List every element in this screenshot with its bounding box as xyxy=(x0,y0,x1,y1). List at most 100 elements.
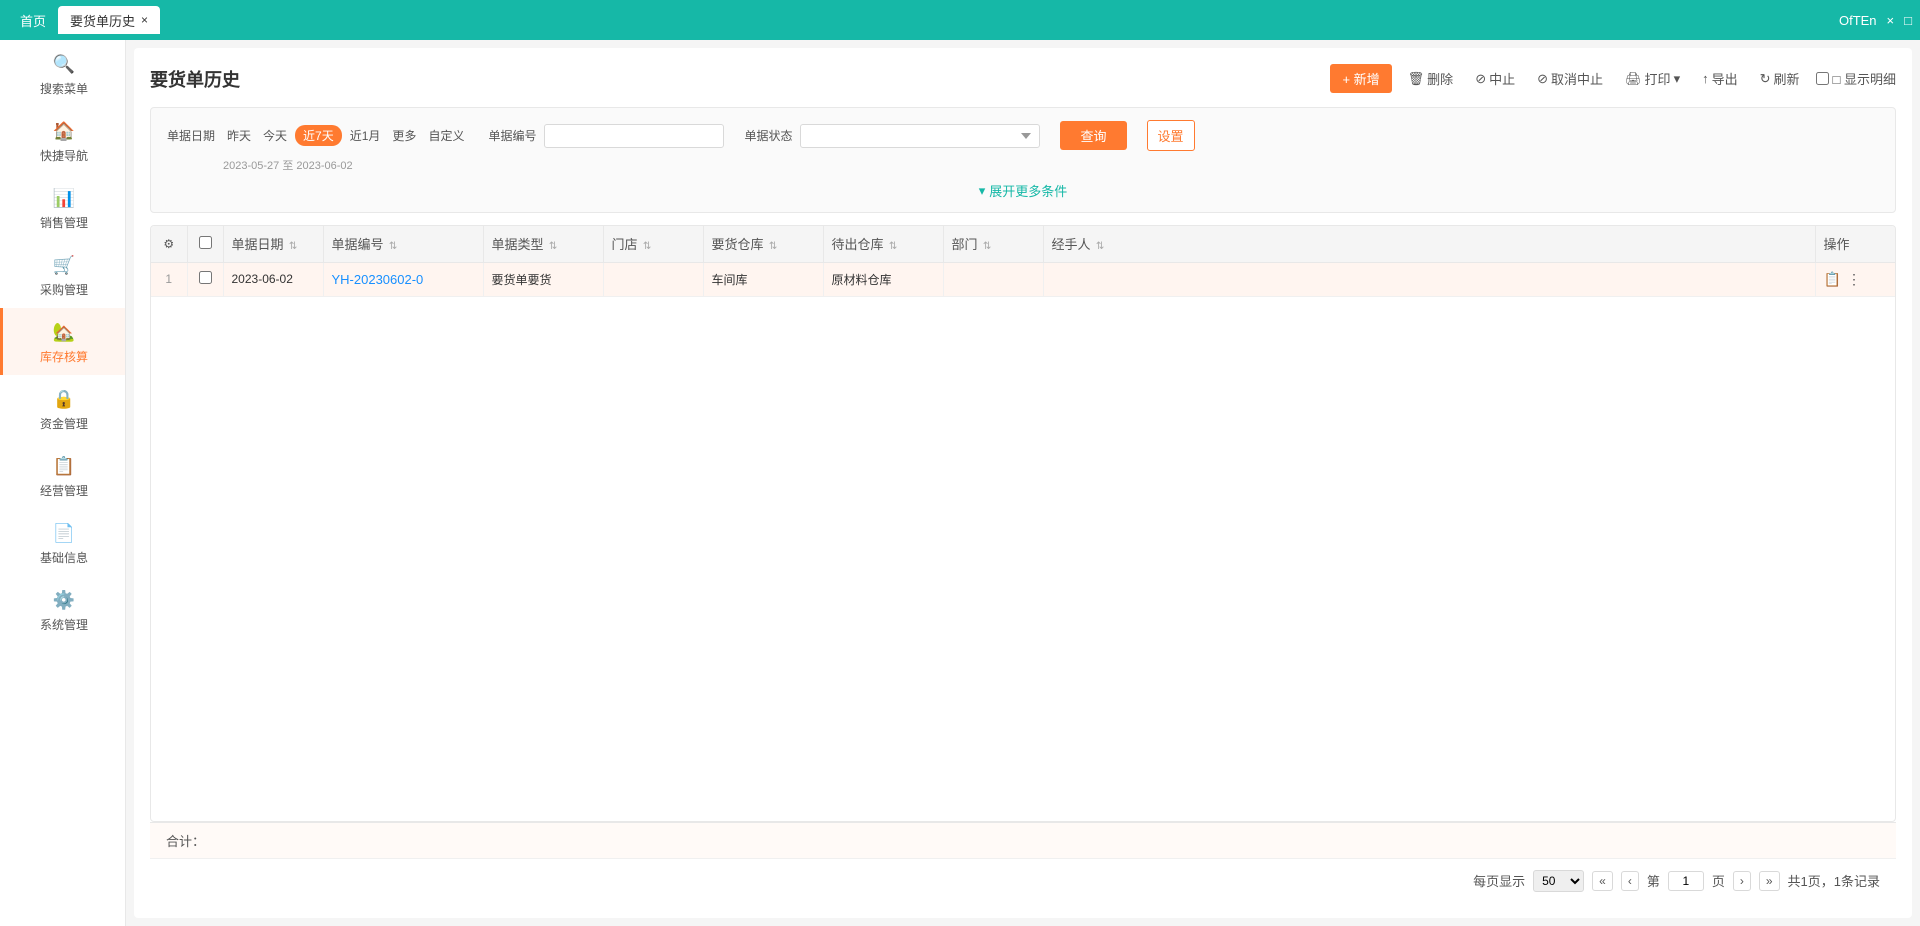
status-filter-group: 单据状态 xyxy=(744,124,1040,148)
row-checkbox-cell xyxy=(187,262,223,296)
page-title: 要货单历史 xyxy=(150,66,240,92)
sidebar-item-system[interactable]: ⚙️ 系统管理 xyxy=(0,576,125,643)
window-close-btn[interactable]: × xyxy=(1887,13,1895,28)
filter-row-1: 单据日期 昨天 今天 近7天 近1月 更多 自定义 单据编号 xyxy=(167,120,1879,151)
th-department-label: 部门 xyxy=(952,237,978,252)
th-orderno[interactable]: 单据编号 ⇅ xyxy=(323,226,483,262)
th-ordertype[interactable]: 单据类型 ⇅ xyxy=(483,226,603,262)
sidebar-item-basic-info-label: 基础信息 xyxy=(40,549,88,566)
th-reqwarehouse-sort-icon: ⇅ xyxy=(769,241,777,252)
last-page-btn[interactable]: » xyxy=(1759,871,1780,891)
table-wrapper: ⚙ 单据日期 ⇅ 单据编号 ⇅ xyxy=(150,225,1896,822)
next-page-btn[interactable]: › xyxy=(1733,871,1751,891)
page-number-input[interactable] xyxy=(1668,871,1704,891)
date-btn-1month[interactable]: 近1月 xyxy=(346,126,385,145)
select-all-checkbox[interactable] xyxy=(199,236,212,249)
row-orderno-link[interactable]: YH-20230602-0 xyxy=(332,272,424,287)
quick-nav-icon: 🏠 xyxy=(53,121,75,142)
display-detail-checkbox[interactable] xyxy=(1816,72,1829,85)
th-store-label: 门店 xyxy=(612,237,638,252)
table-body: 1 2023-06-02 YH-20230602-0 要货单要货 车间库 xyxy=(151,262,1895,296)
date-btn-today[interactable]: 今天 xyxy=(259,126,291,145)
expand-more-label: 展开更多条件 xyxy=(989,181,1067,200)
th-handler-sort-icon: ⇅ xyxy=(1096,241,1104,252)
settings-button[interactable]: 设置 xyxy=(1147,120,1195,151)
page-size-select[interactable]: 10 20 50 100 xyxy=(1533,870,1584,892)
window-maximize-btn[interactable]: □ xyxy=(1904,13,1912,28)
sidebar-item-operations[interactable]: 📋 经营管理 xyxy=(0,442,125,509)
sidebar-item-inventory[interactable]: 🏡 库存核算 xyxy=(0,308,125,375)
print-button[interactable]: 🖨 打印 ▾ xyxy=(1619,65,1686,92)
sidebar-item-search-menu-label: 搜索菜单 xyxy=(40,80,88,97)
date-btn-custom[interactable]: 自定义 xyxy=(424,126,468,145)
new-button[interactable]: + 新增 xyxy=(1330,64,1391,93)
search-menu-icon: 🔍 xyxy=(53,54,75,75)
action-buttons: 📋 ⋮ xyxy=(1824,271,1888,288)
sidebar-item-sales-label: 销售管理 xyxy=(40,214,88,231)
stop-button[interactable]: ⊘ 中止 xyxy=(1469,65,1521,92)
first-page-btn[interactable]: « xyxy=(1592,871,1613,891)
filter-row-date-range: 2023-05-27 至 2023-06-02 xyxy=(167,155,1879,173)
basic-info-icon: 📄 xyxy=(53,523,75,544)
top-bar: 首页 要货单历史 × OfTEn × □ xyxy=(0,0,1920,40)
export-icon: ↑ xyxy=(1702,71,1709,86)
th-waitwarehouse[interactable]: 待出仓库 ⇅ xyxy=(823,226,943,262)
sidebar-item-sales[interactable]: 📊 销售管理 xyxy=(0,174,125,241)
status-filter-select[interactable] xyxy=(800,124,1040,148)
sidebar-item-quick-nav[interactable]: 🏠 快捷导航 xyxy=(0,107,125,174)
th-date[interactable]: 单据日期 ⇅ xyxy=(223,226,323,262)
sidebar-item-purchase[interactable]: 🛒 采购管理 xyxy=(0,241,125,308)
query-button-label: 查询 xyxy=(1080,126,1106,145)
date-range-display: 2023-05-27 至 2023-06-02 xyxy=(223,157,353,173)
sidebar-item-search-menu[interactable]: 🔍 搜索菜单 xyxy=(0,40,125,107)
finance-icon: 🔒 xyxy=(53,389,75,410)
delete-button[interactable]: 🗑 删除 xyxy=(1402,65,1460,92)
date-btn-more[interactable]: 更多 xyxy=(388,126,420,145)
export-button[interactable]: ↑ 导出 xyxy=(1696,65,1744,92)
row-orderno: YH-20230602-0 xyxy=(323,262,483,296)
data-table: ⚙ 单据日期 ⇅ 单据编号 ⇅ xyxy=(151,226,1895,297)
cancel-stop-button-label: 取消中止 xyxy=(1551,69,1603,88)
th-checkbox xyxy=(187,226,223,262)
query-button[interactable]: 查询 xyxy=(1060,121,1126,150)
th-handler[interactable]: 经手人 ⇅ xyxy=(1043,226,1815,262)
date-btn-yesterday[interactable]: 昨天 xyxy=(223,126,255,145)
tab-close-icon[interactable]: × xyxy=(141,13,148,27)
th-store-sort-icon: ⇅ xyxy=(643,241,651,252)
date-btn-7days[interactable]: 近7天 xyxy=(295,125,342,146)
system-icon: ⚙️ xyxy=(53,590,75,611)
refresh-button[interactable]: ↻ 刷新 xyxy=(1754,65,1806,92)
prev-page-btn[interactable]: ‹ xyxy=(1621,871,1639,891)
th-orderno-label: 单据编号 xyxy=(332,237,384,252)
table-header: ⚙ 单据日期 ⇅ 单据编号 ⇅ xyxy=(151,226,1895,262)
sidebar: 🔍 搜索菜单 🏠 快捷导航 📊 销售管理 🛒 采购管理 🏡 库存核算 🔒 资金管… xyxy=(0,40,126,926)
row-date: 2023-06-02 xyxy=(223,262,323,296)
tab-history-label: 要货单历史 xyxy=(70,11,135,30)
row-checkbox[interactable] xyxy=(199,271,212,284)
tab-home[interactable]: 首页 xyxy=(8,6,58,34)
th-department[interactable]: 部门 ⇅ xyxy=(943,226,1043,262)
th-waitwarehouse-label: 待出仓库 xyxy=(832,237,884,252)
sidebar-item-finance[interactable]: 🔒 资金管理 xyxy=(0,375,125,442)
top-bar-right: OfTEn × □ xyxy=(1839,13,1912,28)
row-department xyxy=(943,262,1043,296)
page-input-suffix: 页 xyxy=(1712,871,1725,890)
row-more-icon[interactable]: ⋮ xyxy=(1847,271,1861,288)
main-layout: 🔍 搜索菜单 🏠 快捷导航 📊 销售管理 🛒 采购管理 🏡 库存核算 🔒 资金管… xyxy=(0,40,1920,926)
th-date-sort-icon: ⇅ xyxy=(289,241,297,252)
row-edit-icon[interactable]: 📋 xyxy=(1824,271,1841,288)
display-detail-toggle[interactable]: □ 显示明细 xyxy=(1816,69,1896,88)
th-store[interactable]: 门店 ⇅ xyxy=(603,226,703,262)
stop-icon: ⊘ xyxy=(1475,71,1486,87)
th-reqwarehouse[interactable]: 要货仓库 ⇅ xyxy=(703,226,823,262)
expand-chevron-icon: ▾ xyxy=(979,183,986,199)
expand-more-btn[interactable]: ▾ 展开更多条件 xyxy=(167,181,1879,200)
row-reqwarehouse: 车间库 xyxy=(703,262,823,296)
th-reqwarehouse-label: 要货仓库 xyxy=(712,237,764,252)
cancel-stop-button[interactable]: ⊘ 取消中止 xyxy=(1531,65,1609,92)
tab-home-label: 首页 xyxy=(20,11,46,30)
orderno-filter-input[interactable] xyxy=(544,124,724,148)
tab-history[interactable]: 要货单历史 × xyxy=(58,6,160,34)
sidebar-item-basic-info[interactable]: 📄 基础信息 xyxy=(0,509,125,576)
sidebar-item-inventory-label: 库存核算 xyxy=(40,348,88,365)
